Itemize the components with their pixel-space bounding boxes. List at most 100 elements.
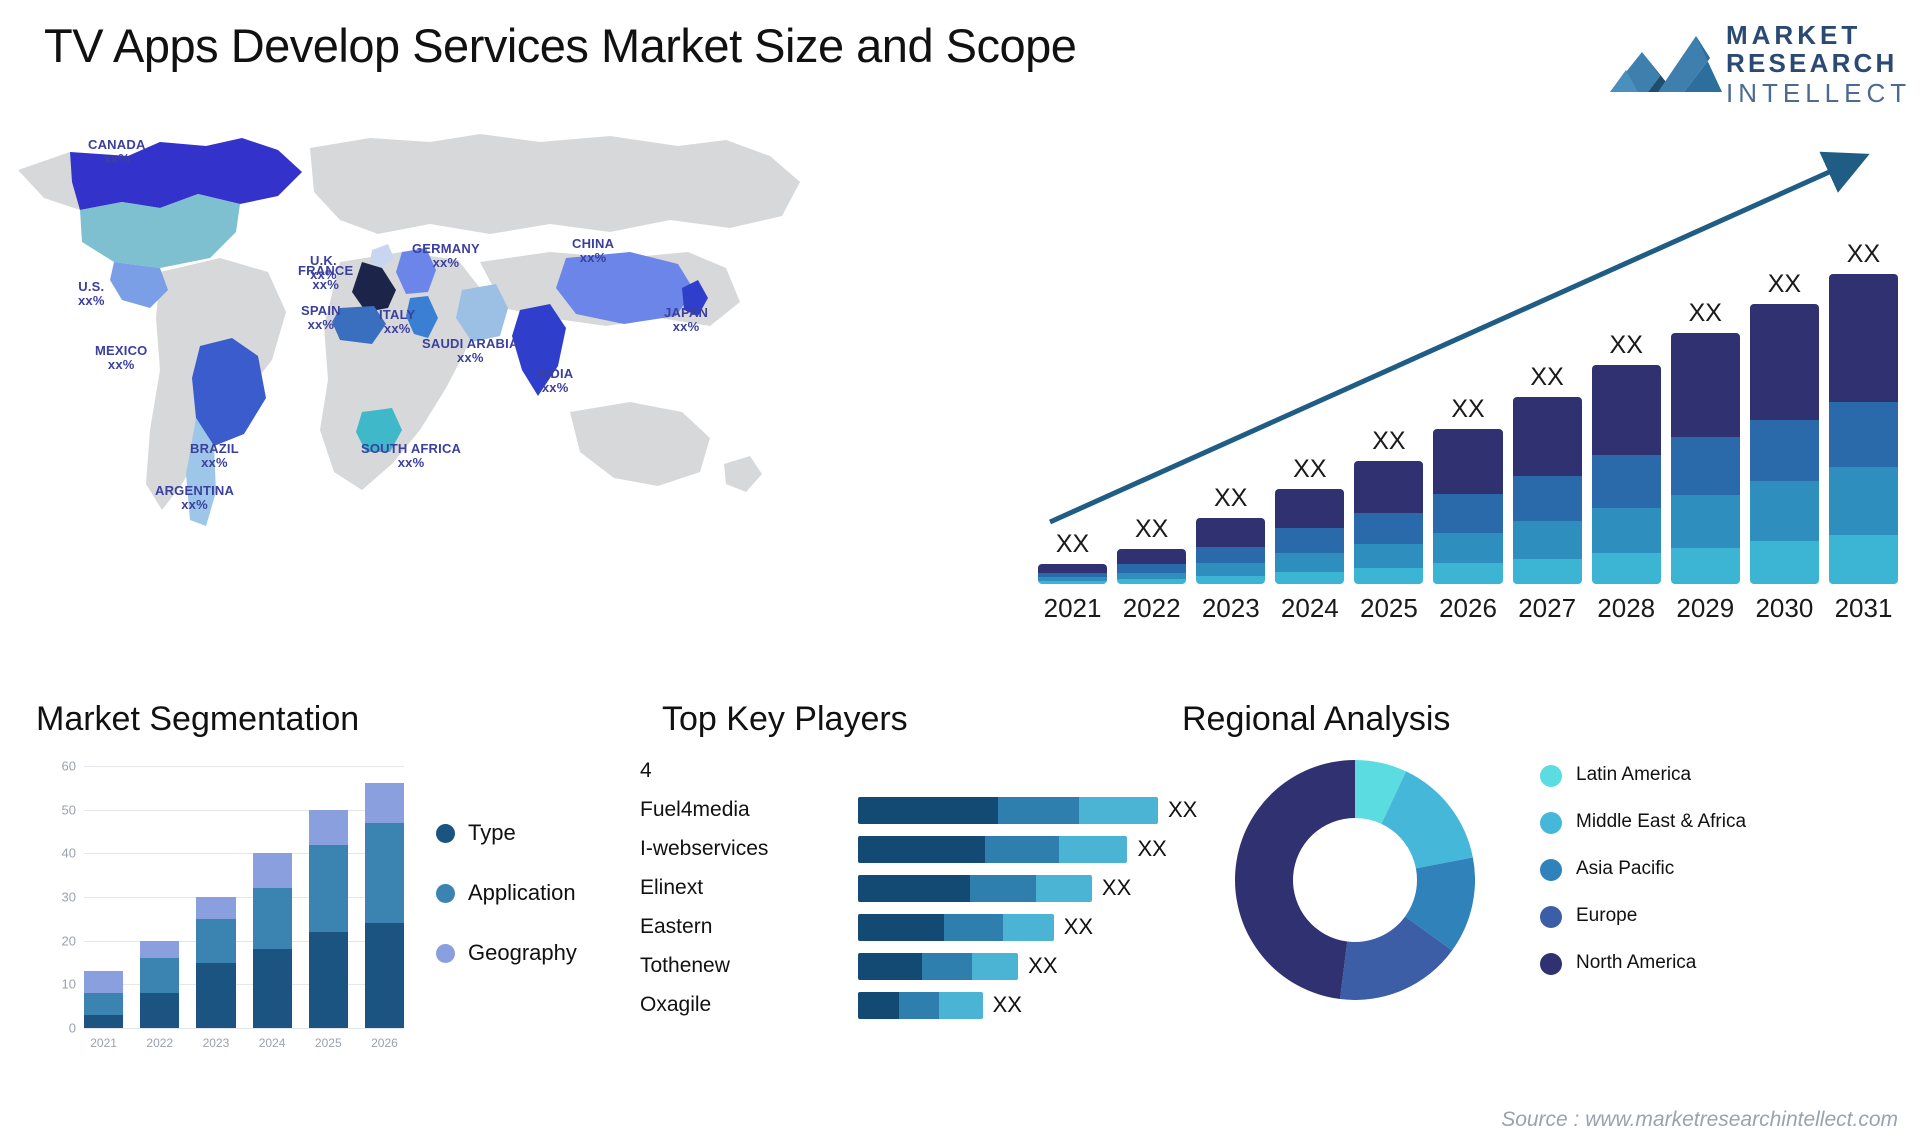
segmentation-segment-type [252, 949, 292, 1028]
forecast-year-label: 2029 [1676, 593, 1735, 623]
map-label-value: xx% [397, 455, 425, 470]
forecast-bar-segment-segment-1 [1275, 488, 1345, 528]
key-player-bar-segment-part-3 [1079, 796, 1158, 824]
map-label-value: xx% [201, 455, 228, 470]
map-label-u-s: U.S. xx% [78, 280, 105, 308]
regional-legend-item-middle-east-africa: Middle East & Africa [1540, 811, 1746, 834]
key-player-bar-segment-part-2 [985, 835, 1059, 863]
map-label-brazil: BRAZIL xx% [190, 442, 239, 470]
forecast-bar-value: XX [1688, 298, 1722, 327]
segmentation-segment-geography [308, 809, 348, 845]
forecast-bar-value: XX [1530, 363, 1564, 392]
forecast-bar-segment-segment-2 [1512, 475, 1582, 522]
segmentation-segment-type [308, 931, 348, 1028]
segmentation-segment-type [364, 923, 405, 1028]
segmentation-x-label: 2023 [202, 1036, 230, 1050]
forecast-year-label: 2030 [1755, 593, 1814, 623]
forecast-bar-value: XX [1846, 240, 1881, 268]
y-axis-tick: 60 [61, 758, 76, 774]
grid-line [84, 1028, 404, 1029]
logo-line-market: MARKET [1726, 20, 1862, 50]
map-label-name: SPAIN [301, 303, 341, 318]
forecast-bar-segment-segment-2 [1354, 513, 1424, 544]
key-player-bar-segment-part-3 [1058, 835, 1128, 863]
key-player-name: Eastern [640, 915, 713, 938]
forecast-bar-stack [1512, 397, 1582, 584]
forecast-bar-segment-segment-2 [1591, 455, 1661, 509]
map-label-mexico: MEXICO xx% [95, 344, 147, 372]
forecast-bar-2030: XX [1749, 270, 1819, 584]
segmentation-legend-item-geography: Geography [436, 940, 577, 966]
top-key-players-title: Top Key Players [662, 700, 908, 738]
key-player-bar [858, 952, 1019, 980]
forecast-bar-segment-segment-3 [1828, 467, 1899, 535]
y-axis-tick: 40 [61, 845, 76, 861]
market-segmentation-section: Market Segmentation 0 10 20 30 40 50 60 2021 20… [36, 700, 656, 1120]
forecast-year-label: 2027 [1518, 593, 1577, 623]
forecast-bar-2021: XX [1038, 530, 1108, 584]
map-label-name: SAUDI ARABIA [422, 336, 519, 351]
market-segmentation-x-axis: 2021 2022 2023 2024 2025 2026 [84, 1036, 404, 1050]
key-player-bar-segment-part-2 [898, 991, 940, 1019]
forecast-bar-stack [1433, 429, 1503, 584]
regional-analysis-donut [1234, 760, 1475, 1000]
forecast-bar-segment-segment-1 [1433, 429, 1503, 495]
key-player-row: Oxagile XX [640, 990, 1022, 1020]
forecast-year-axis: 2021 2022 2023 2024 2025 2026 2027 2028 2029 2030… [1038, 593, 1898, 624]
map-label-value: xx% [456, 350, 484, 365]
forecast-bar-2022: XX [1117, 515, 1187, 584]
key-player-bar-segment-part-1 [858, 991, 899, 1019]
market-segmentation-plot [84, 766, 405, 1029]
map-label-value: xx% [672, 319, 700, 334]
segmentation-segment-application [252, 888, 292, 950]
regional-legend-item-north-america: North America [1540, 952, 1746, 975]
segmentation-segment-geography [84, 971, 124, 994]
segmentation-segment-type [196, 962, 236, 1028]
map-label-value: xx% [307, 317, 335, 332]
legend-dot-icon [436, 883, 455, 903]
forecast-bar-segment-segment-1 [1828, 274, 1899, 402]
segmentation-bar-2021 [84, 971, 124, 1028]
donut-slice-north-america [1234, 760, 1355, 1000]
map-label-name: ARGENTINA [155, 483, 235, 498]
map-label-saudi-arabia: SAUDI ARABIA xx% [422, 337, 519, 365]
y-axis-tick: 10 [61, 976, 76, 992]
map-label-canada: CANADA xx% [88, 138, 146, 166]
map-label-france: FRANCE xx% [298, 264, 353, 292]
segmentation-bar-2022 [140, 940, 180, 1028]
y-axis-tick: 50 [61, 802, 76, 818]
segmentation-x-label: 2022 [146, 1036, 174, 1050]
forecast-bar-segment-segment-1 [1354, 460, 1424, 514]
key-player-value: XX [1101, 875, 1132, 900]
map-label-name: FRANCE [298, 263, 354, 278]
map-label-italy: ITALY xx% [379, 308, 415, 336]
segmentation-x-label: 2024 [258, 1036, 286, 1050]
legend-label: Latin America [1576, 764, 1692, 785]
logo-line-research: RESEARCH [1726, 48, 1898, 78]
segmentation-bar-2025 [308, 809, 348, 1028]
legend-dot-icon [1540, 906, 1562, 928]
key-player-bar-segment-part-2 [921, 952, 973, 980]
map-label-spain: SPAIN xx% [301, 304, 341, 332]
legend-label: Application [468, 880, 576, 905]
key-player-row: Elinext XX [640, 873, 1131, 903]
key-player-bar-segment-part-1 [858, 796, 998, 824]
forecast-bar-segment-segment-4 [1670, 547, 1740, 584]
forecast-bar-value: XX [1293, 454, 1327, 483]
segmentation-x-label: 2025 [314, 1036, 342, 1050]
forecast-bar-stack [1038, 564, 1108, 584]
regional-analysis-title: Regional Analysis [1182, 700, 1451, 738]
map-label-name: MEXICO [95, 343, 148, 358]
forecast-bar-chart: XX XX XX XX XX XX XX XX XX XX XX 2021 2022 2023 2024 2… [1020, 140, 1910, 630]
segmentation-segment-geography [140, 940, 180, 959]
segmentation-segment-geography [364, 783, 405, 823]
legend-label: Europe [1576, 905, 1638, 926]
regional-legend-item-asia-pacific: Asia Pacific [1540, 858, 1746, 881]
key-player-bar [858, 991, 983, 1019]
regional-legend-item-europe: Europe [1540, 905, 1746, 928]
segmentation-legend-item-application: Application [436, 880, 577, 906]
y-axis-tick: 30 [61, 889, 76, 905]
forecast-year-label: 2023 [1201, 593, 1260, 623]
forecast-year-label: 2024 [1280, 593, 1339, 623]
key-player-bar-segment-part-3 [939, 991, 983, 1019]
